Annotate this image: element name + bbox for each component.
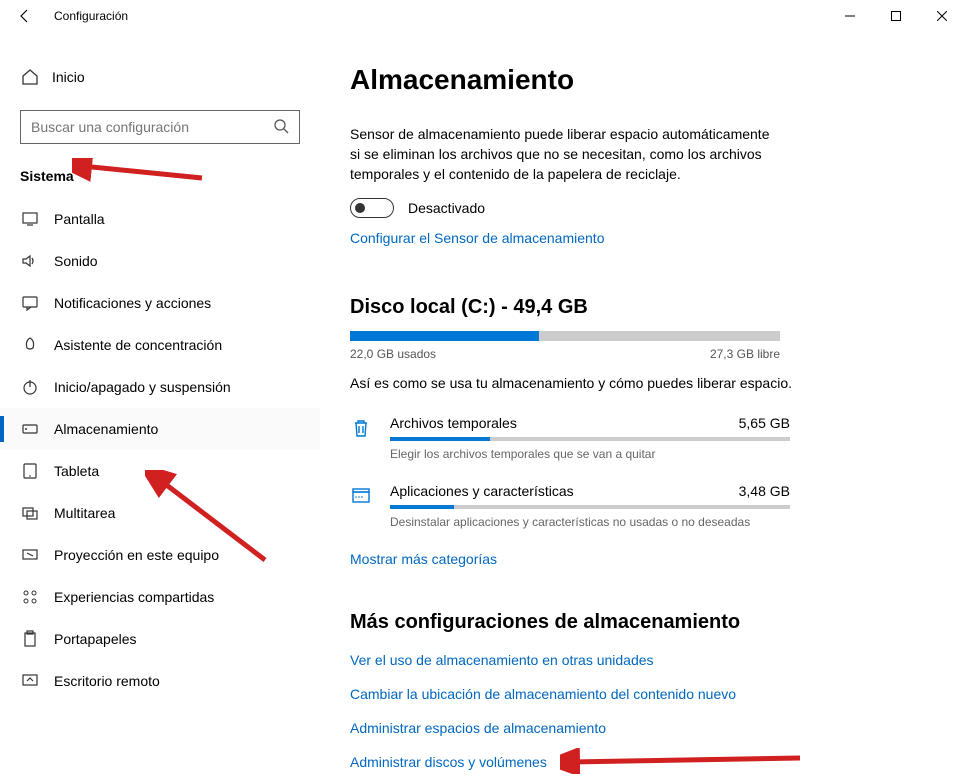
apps-icon bbox=[350, 485, 376, 510]
disk-usage-bar bbox=[350, 331, 780, 341]
project-icon bbox=[20, 546, 40, 564]
sidebar-item-label: Portapapeles bbox=[54, 631, 137, 647]
sidebar-item-label: Asistente de concentración bbox=[54, 337, 222, 353]
category-name: Aplicaciones y características bbox=[390, 483, 574, 499]
search-icon bbox=[273, 118, 289, 137]
category-bar bbox=[390, 505, 790, 509]
category-bar bbox=[390, 437, 790, 441]
sidebar-item-label: Pantalla bbox=[54, 211, 105, 227]
category-size: 5,65 GB bbox=[739, 415, 790, 431]
search-input[interactable] bbox=[31, 119, 273, 135]
configure-sense-link[interactable]: Configurar el Sensor de almacenamiento bbox=[350, 230, 604, 246]
sidebar-item-power[interactable]: Inicio/apagado y suspensión bbox=[0, 366, 320, 408]
storage-sense-desc: Sensor de almacenamiento puede liberar e… bbox=[350, 124, 780, 184]
category-sub: Elegir los archivos temporales que se va… bbox=[390, 447, 790, 461]
sidebar-item-remote[interactable]: Escritorio remoto bbox=[0, 660, 320, 702]
storage-sense-toggle[interactable] bbox=[350, 198, 394, 218]
multitask-icon bbox=[20, 504, 40, 522]
back-button[interactable] bbox=[10, 1, 40, 31]
more-link-storage-spaces[interactable]: Administrar espacios de almacenamiento bbox=[350, 720, 931, 736]
tablet-icon bbox=[20, 462, 40, 480]
close-button[interactable] bbox=[919, 0, 965, 32]
maximize-button[interactable] bbox=[873, 0, 919, 32]
sidebar-item-label: Notificaciones y acciones bbox=[54, 295, 211, 311]
sidebar-item-label: Inicio/apagado y suspensión bbox=[54, 379, 231, 395]
sidebar-item-label: Experiencias compartidas bbox=[54, 589, 214, 605]
titlebar: Configuración bbox=[0, 0, 965, 32]
disk-heading: Disco local (C:) - 49,4 GB bbox=[350, 296, 931, 319]
sidebar-item-sound[interactable]: Sonido bbox=[0, 240, 320, 282]
content-pane: Almacenamiento Sensor de almacenamiento … bbox=[320, 32, 965, 783]
sidebar-item-focus-assist[interactable]: Asistente de concentración bbox=[0, 324, 320, 366]
section-label: Sistema bbox=[0, 162, 320, 198]
category-apps[interactable]: Aplicaciones y características 3,48 GB D… bbox=[350, 483, 790, 529]
category-name: Archivos temporales bbox=[390, 415, 517, 431]
power-icon bbox=[20, 378, 40, 396]
disk-free-label: 27,3 GB libre bbox=[710, 347, 780, 361]
search-box[interactable] bbox=[20, 110, 300, 144]
sidebar-item-label: Proyección en este equipo bbox=[54, 547, 219, 563]
disk-used-label: 22,0 GB usados bbox=[350, 347, 436, 361]
usage-desc: Así es como se usa tu almacenamiento y c… bbox=[350, 375, 931, 391]
sidebar-item-notifications[interactable]: Notificaciones y acciones bbox=[0, 282, 320, 324]
sidebar-item-multitask[interactable]: Multitarea bbox=[0, 492, 320, 534]
sidebar-item-label: Tableta bbox=[54, 463, 99, 479]
category-temp-files[interactable]: Archivos temporales 5,65 GB Elegir los a… bbox=[350, 415, 790, 461]
sidebar-item-clipboard[interactable]: Portapapeles bbox=[0, 618, 320, 660]
trash-icon bbox=[350, 417, 376, 442]
more-link-change-location[interactable]: Cambiar la ubicación de almacenamiento d… bbox=[350, 686, 931, 702]
sidebar-item-shared[interactable]: Experiencias compartidas bbox=[0, 576, 320, 618]
sidebar-item-tablet[interactable]: Tableta bbox=[0, 450, 320, 492]
category-size: 3,48 GB bbox=[739, 483, 790, 499]
sidebar-item-label: Sonido bbox=[54, 253, 98, 269]
shared-icon bbox=[20, 588, 40, 606]
sidebar-item-storage[interactable]: Almacenamiento bbox=[0, 408, 320, 450]
toggle-state-label: Desactivado bbox=[408, 200, 485, 216]
more-link-other-drives[interactable]: Ver el uso de almacenamiento en otras un… bbox=[350, 652, 931, 668]
sound-icon bbox=[20, 252, 40, 270]
home-label: Inicio bbox=[52, 69, 85, 85]
minimize-button[interactable] bbox=[827, 0, 873, 32]
page-title: Almacenamiento bbox=[350, 64, 931, 96]
more-link-manage-disks[interactable]: Administrar discos y volúmenes bbox=[350, 754, 931, 770]
focus-icon bbox=[20, 336, 40, 354]
home-icon bbox=[20, 68, 40, 86]
sidebar-item-label: Escritorio remoto bbox=[54, 673, 160, 689]
sidebar-item-display[interactable]: Pantalla bbox=[0, 198, 320, 240]
sidebar: Inicio Sistema Pantalla Sonido Notificac… bbox=[0, 32, 320, 783]
remote-icon bbox=[20, 672, 40, 690]
clipboard-icon bbox=[20, 630, 40, 648]
display-icon bbox=[20, 210, 40, 228]
more-settings-heading: Más configuraciones de almacenamiento bbox=[350, 611, 931, 634]
storage-icon bbox=[20, 420, 40, 438]
sidebar-item-project[interactable]: Proyección en este equipo bbox=[0, 534, 320, 576]
sidebar-item-label: Almacenamiento bbox=[54, 421, 158, 437]
window-title: Configuración bbox=[54, 9, 128, 23]
notifications-icon bbox=[20, 294, 40, 312]
home-nav[interactable]: Inicio bbox=[0, 60, 320, 94]
sidebar-item-label: Multitarea bbox=[54, 505, 115, 521]
category-sub: Desinstalar aplicaciones y característic… bbox=[390, 515, 790, 529]
show-more-categories-link[interactable]: Mostrar más categorías bbox=[350, 551, 497, 567]
